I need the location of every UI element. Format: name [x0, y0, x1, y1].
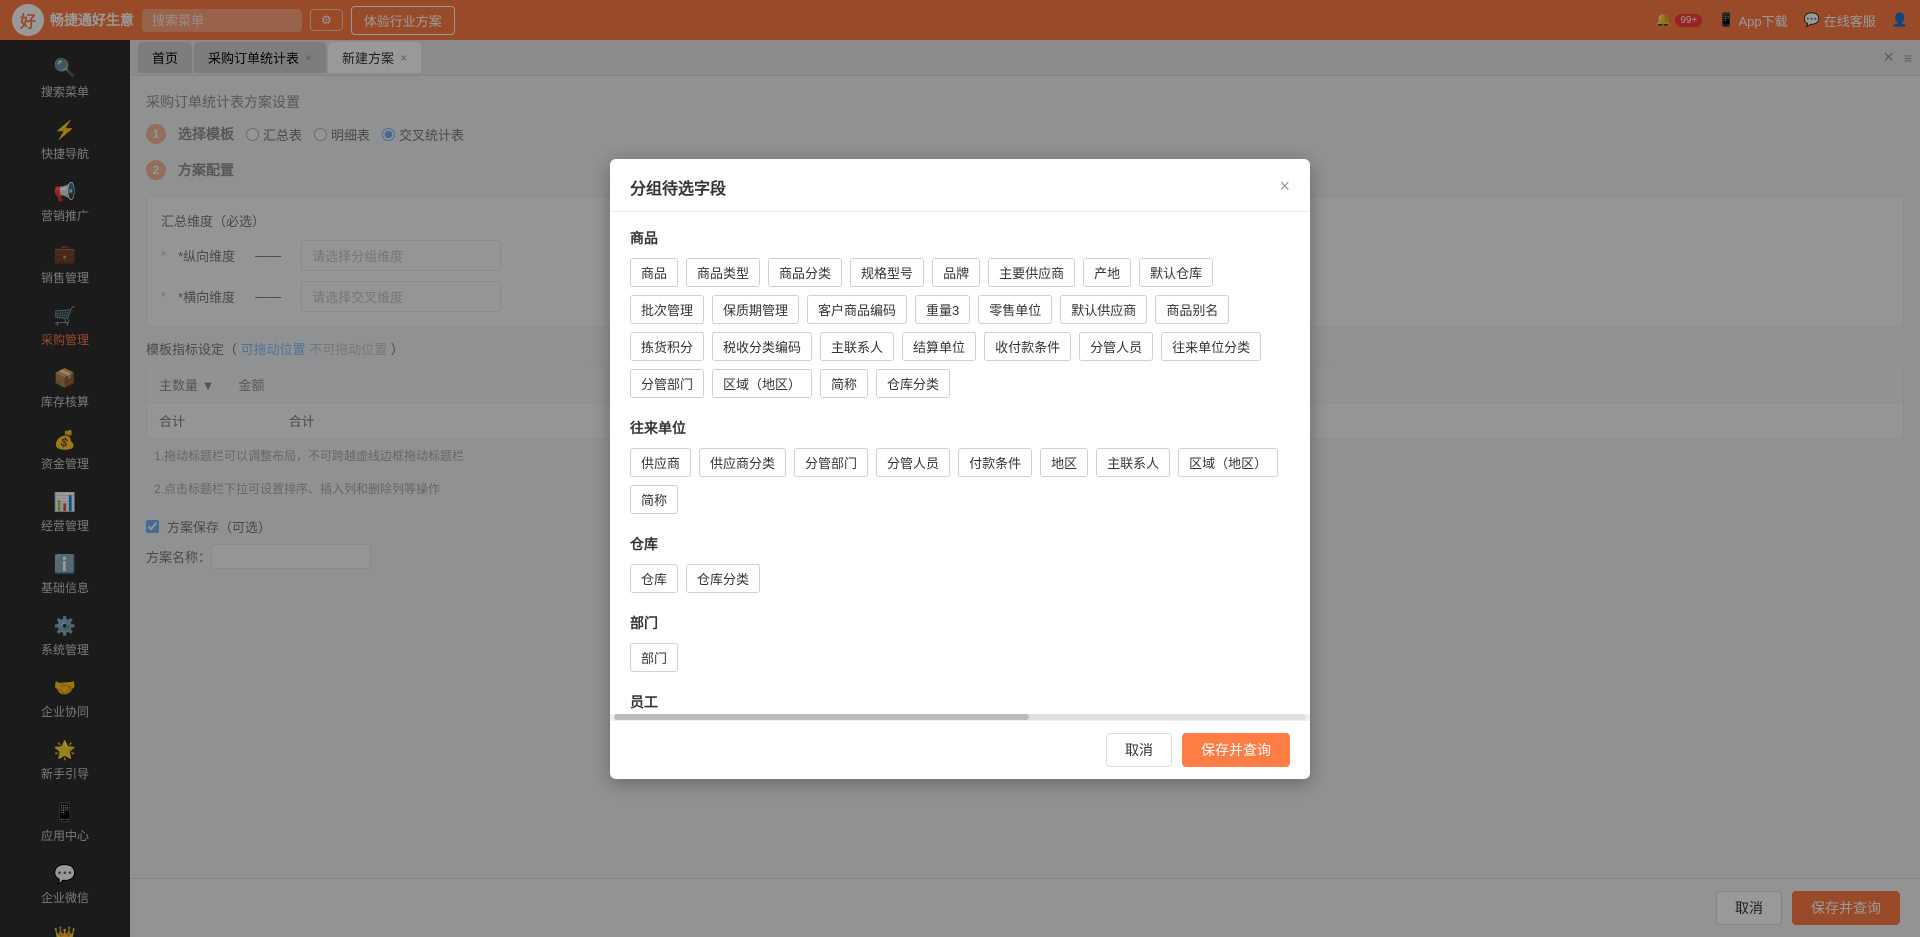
tag-partner-category[interactable]: 往来单位分类	[1161, 332, 1261, 361]
section-dept: 部门 部门	[630, 613, 1290, 672]
section-dept-title: 部门	[630, 613, 1290, 633]
tag-brand[interactable]: 品牌	[932, 258, 980, 287]
tag-partner-dept[interactable]: 分管部门	[794, 448, 868, 477]
section-product: 商品 商品 商品类型 商品分类 规格型号 品牌 主要供应商 产地 默认仓库 批次…	[630, 228, 1290, 398]
tag-batch-mgmt[interactable]: 批次管理	[630, 295, 704, 324]
section-product-grid: 商品 商品类型 商品分类 规格型号 品牌 主要供应商 产地 默认仓库 批次管理 …	[630, 258, 1290, 398]
tag-product[interactable]: 商品	[630, 258, 678, 287]
tag-supplier-category[interactable]: 供应商分类	[699, 448, 786, 477]
section-warehouse: 仓库 仓库 仓库分类	[630, 534, 1290, 593]
tag-default-supplier[interactable]: 默认供应商	[1060, 295, 1147, 324]
dialog-footer: 取消 保存并查询	[610, 720, 1310, 779]
tag-partner-short-name[interactable]: 简称	[630, 485, 678, 514]
dialog-save-btn[interactable]: 保存并查询	[1182, 733, 1290, 767]
tag-pay-terms[interactable]: 付款条件	[958, 448, 1032, 477]
tag-tax-code[interactable]: 税收分类编码	[712, 332, 812, 361]
dialog-header: 分组待选字段 ×	[610, 159, 1310, 212]
tag-default-warehouse[interactable]: 默认仓库	[1139, 258, 1213, 287]
section-partner-title: 往来单位	[630, 418, 1290, 438]
tag-warehouse[interactable]: 仓库	[630, 564, 678, 593]
section-partner-grid: 供应商 供应商分类 分管部门 分管人员 付款条件 地区 主联系人 区域（地区） …	[630, 448, 1290, 514]
tag-area[interactable]: 地区	[1040, 448, 1088, 477]
scrollbar-thumb[interactable]	[614, 714, 1029, 720]
tag-short-name[interactable]: 简称	[820, 369, 868, 398]
tag-main-contact[interactable]: 主联系人	[820, 332, 894, 361]
section-staff: 员工 业务员	[630, 692, 1290, 714]
section-dept-grid: 部门	[630, 643, 1290, 672]
tag-product-alias[interactable]: 商品别名	[1155, 295, 1229, 324]
tag-partner-contact[interactable]: 主联系人	[1096, 448, 1170, 477]
tag-product-type[interactable]: 商品类型	[686, 258, 760, 287]
dialog-cancel-btn[interactable]: 取消	[1106, 733, 1172, 767]
tag-partner-region[interactable]: 区域（地区）	[1178, 448, 1278, 477]
tag-payment-terms[interactable]: 收付款条件	[984, 332, 1071, 361]
tag-main-supplier[interactable]: 主要供应商	[988, 258, 1075, 287]
dialog-horizontal-scrollbar[interactable]	[610, 714, 1310, 720]
tag-dept[interactable]: 分管部门	[630, 369, 704, 398]
tag-settlement-unit[interactable]: 结算单位	[902, 332, 976, 361]
tag-spec-model[interactable]: 规格型号	[850, 258, 924, 287]
section-warehouse-title: 仓库	[630, 534, 1290, 554]
dialog-title: 分组待选字段	[630, 175, 726, 199]
tag-department[interactable]: 部门	[630, 643, 678, 672]
section-product-title: 商品	[630, 228, 1290, 248]
tag-partner-manager[interactable]: 分管人员	[876, 448, 950, 477]
section-warehouse-grid: 仓库 仓库分类	[630, 564, 1290, 593]
scrollbar-track	[614, 714, 1306, 720]
section-staff-title: 员工	[630, 692, 1290, 712]
tag-expiry-mgmt[interactable]: 保质期管理	[712, 295, 799, 324]
dialog-overlay[interactable]: 分组待选字段 × 商品 商品 商品类型 商品分类 规格型号 品牌 主要供应商 产…	[0, 0, 1920, 937]
tag-manager[interactable]: 分管人员	[1079, 332, 1153, 361]
section-partner: 往来单位 供应商 供应商分类 分管部门 分管人员 付款条件 地区 主联系人 区域…	[630, 418, 1290, 514]
tag-origin[interactable]: 产地	[1083, 258, 1131, 287]
tag-warehouse-cat[interactable]: 仓库分类	[686, 564, 760, 593]
tag-retail-unit[interactable]: 零售单位	[978, 295, 1052, 324]
tag-supplier[interactable]: 供应商	[630, 448, 691, 477]
tag-customer-code[interactable]: 客户商品编码	[807, 295, 907, 324]
dialog-close-btn[interactable]: ×	[1279, 176, 1290, 197]
tag-region[interactable]: 区域（地区）	[712, 369, 812, 398]
tag-wh-category[interactable]: 仓库分类	[876, 369, 950, 398]
tag-weight[interactable]: 重量3	[915, 295, 970, 324]
dialog-body: 商品 商品 商品类型 商品分类 规格型号 品牌 主要供应商 产地 默认仓库 批次…	[610, 212, 1310, 714]
tag-pick-points[interactable]: 拣货积分	[630, 332, 704, 361]
tag-product-category[interactable]: 商品分类	[768, 258, 842, 287]
dialog: 分组待选字段 × 商品 商品 商品类型 商品分类 规格型号 品牌 主要供应商 产…	[610, 159, 1310, 779]
